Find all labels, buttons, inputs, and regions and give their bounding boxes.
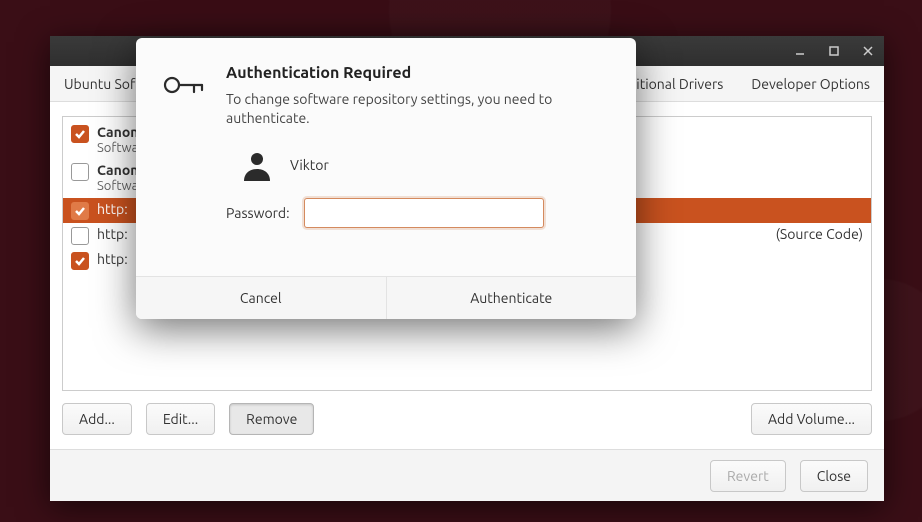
repo-checkbox[interactable] <box>71 163 89 181</box>
edit-button[interactable]: Edit... <box>146 403 215 435</box>
window-footer: Revert Close <box>50 449 884 501</box>
repo-source-code-suffix: (Source Code) <box>776 226 863 242</box>
password-label: Password: <box>226 205 290 221</box>
repo-title: http: <box>97 251 128 268</box>
remove-button[interactable]: Remove <box>229 403 314 435</box>
tab-developer-options[interactable]: Developer Options <box>737 66 884 101</box>
revert-button: Revert <box>710 460 786 492</box>
key-icon <box>162 70 206 100</box>
repo-checkbox[interactable] <box>71 252 89 270</box>
auth-message: To change software repository settings, … <box>226 90 566 128</box>
auth-footer: Cancel Authenticate <box>136 276 636 319</box>
auth-heading: Authentication Required <box>226 64 566 82</box>
authenticate-button[interactable]: Authenticate <box>386 277 637 319</box>
authentication-dialog: Authentication Required To change softwa… <box>136 38 636 319</box>
repo-checkbox[interactable] <box>71 202 89 220</box>
cancel-button[interactable]: Cancel <box>136 277 386 319</box>
add-volume-button[interactable]: Add Volume... <box>751 403 872 435</box>
repo-checkbox[interactable] <box>71 125 89 143</box>
user-avatar-icon <box>240 148 274 182</box>
close-button[interactable]: Close <box>800 460 868 492</box>
window-close-button[interactable] <box>860 43 876 59</box>
password-input[interactable] <box>304 198 544 228</box>
repo-checkbox[interactable] <box>71 227 89 245</box>
add-button[interactable]: Add... <box>62 403 132 435</box>
repo-actions: Add... Edit... Remove Add Volume... <box>62 401 872 437</box>
repo-title: http: <box>97 226 128 243</box>
auth-username: Viktor <box>290 157 329 173</box>
window-minimize-button[interactable] <box>792 43 808 59</box>
window-maximize-button[interactable] <box>826 43 842 59</box>
auth-user-row: Viktor <box>240 148 566 182</box>
repo-title: http: <box>97 201 128 218</box>
